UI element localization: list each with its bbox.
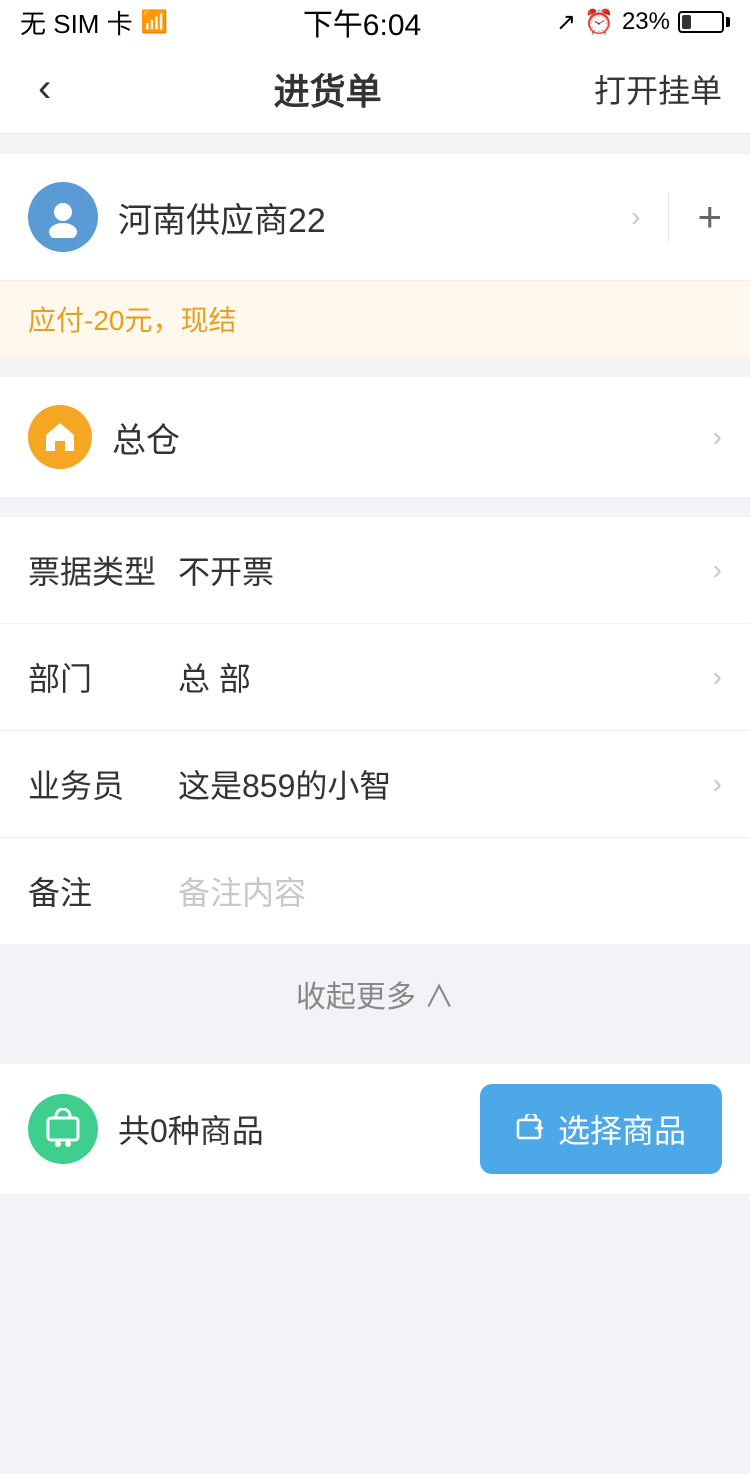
person-icon: [42, 196, 84, 238]
department-row[interactable]: 部门 总 部 ›: [0, 624, 750, 731]
supplier-section: 河南供应商22 › + 应付-20元，现结: [0, 154, 750, 357]
supplier-row[interactable]: 河南供应商22 › +: [0, 154, 750, 281]
status-right: ↗ ⏰ 23%: [556, 8, 730, 37]
invoice-type-row[interactable]: 票据类型 不开票 ›: [0, 517, 750, 624]
gap-1: [0, 134, 750, 154]
supplier-chevron-icon: ›: [631, 201, 640, 233]
note-row[interactable]: 备注 备注内容: [0, 838, 750, 944]
add-supplier-button[interactable]: +: [697, 193, 722, 241]
location-icon: ↗: [556, 8, 576, 37]
wifi-icon: 📶: [141, 9, 168, 35]
salesperson-chevron-icon: ›: [713, 768, 722, 800]
salesperson-value: 这是859的小智: [168, 761, 713, 807]
gap-3: [0, 497, 750, 517]
gap-2: [0, 357, 750, 377]
collapse-label: 收起更多 ∧: [296, 972, 454, 1016]
battery-percent: 23%: [622, 8, 670, 36]
supplier-divider: [668, 192, 669, 242]
warehouse-icon: [28, 405, 92, 469]
warehouse-chevron-icon: ›: [713, 421, 722, 453]
supplier-avatar: [28, 182, 98, 252]
supplier-name: 河南供应商22: [118, 193, 631, 242]
battery-icon: [678, 11, 730, 33]
gap-4: [0, 1044, 750, 1064]
product-icon: [28, 1094, 98, 1164]
department-value: 总 部: [168, 654, 713, 700]
page-title: 进货单: [274, 63, 382, 115]
cart-icon: [42, 1108, 84, 1150]
notice-text: 应付-20元，现结: [28, 305, 236, 336]
select-product-label: 选择商品: [558, 1106, 686, 1152]
select-product-icon: [516, 1114, 546, 1144]
status-bar: 无 SIM 卡 📶 下午6:04 ↗ ⏰ 23%: [0, 0, 750, 44]
product-count: 共0种商品: [118, 1106, 460, 1152]
collapse-button[interactable]: 收起更多 ∧: [0, 944, 750, 1044]
invoice-type-label: 票据类型: [28, 547, 168, 593]
invoice-type-value: 不开票: [168, 547, 713, 593]
select-product-button[interactable]: 选择商品: [480, 1084, 722, 1174]
notice-bar: 应付-20元，现结: [0, 281, 750, 357]
time-label: 下午6:04: [303, 0, 421, 44]
department-label: 部门: [28, 654, 168, 700]
page-background: [0, 1194, 750, 1474]
invoice-chevron-icon: ›: [713, 554, 722, 586]
note-input[interactable]: 备注内容: [168, 868, 722, 914]
warehouse-row[interactable]: 总仓 ›: [0, 377, 750, 497]
nav-bar: ‹ 进货单 打开挂单: [0, 44, 750, 134]
salesperson-label: 业务员: [28, 761, 168, 807]
house-icon: [42, 419, 78, 455]
back-button[interactable]: ‹: [28, 56, 61, 121]
alarm-icon: ⏰: [584, 8, 614, 37]
form-section: 票据类型 不开票 › 部门 总 部 › 业务员 这是859的小智 › 备注 备注…: [0, 517, 750, 944]
salesperson-row[interactable]: 业务员 这是859的小智 ›: [0, 731, 750, 838]
warehouse-name: 总仓: [112, 413, 713, 462]
bottom-bar: 共0种商品 选择商品: [0, 1064, 750, 1194]
department-chevron-icon: ›: [713, 661, 722, 693]
carrier-label: 无 SIM 卡: [20, 4, 133, 41]
status-left: 无 SIM 卡 📶: [20, 4, 168, 41]
open-pending-button[interactable]: 打开挂单: [594, 66, 722, 112]
note-label: 备注: [28, 868, 168, 914]
warehouse-section: 总仓 ›: [0, 377, 750, 497]
